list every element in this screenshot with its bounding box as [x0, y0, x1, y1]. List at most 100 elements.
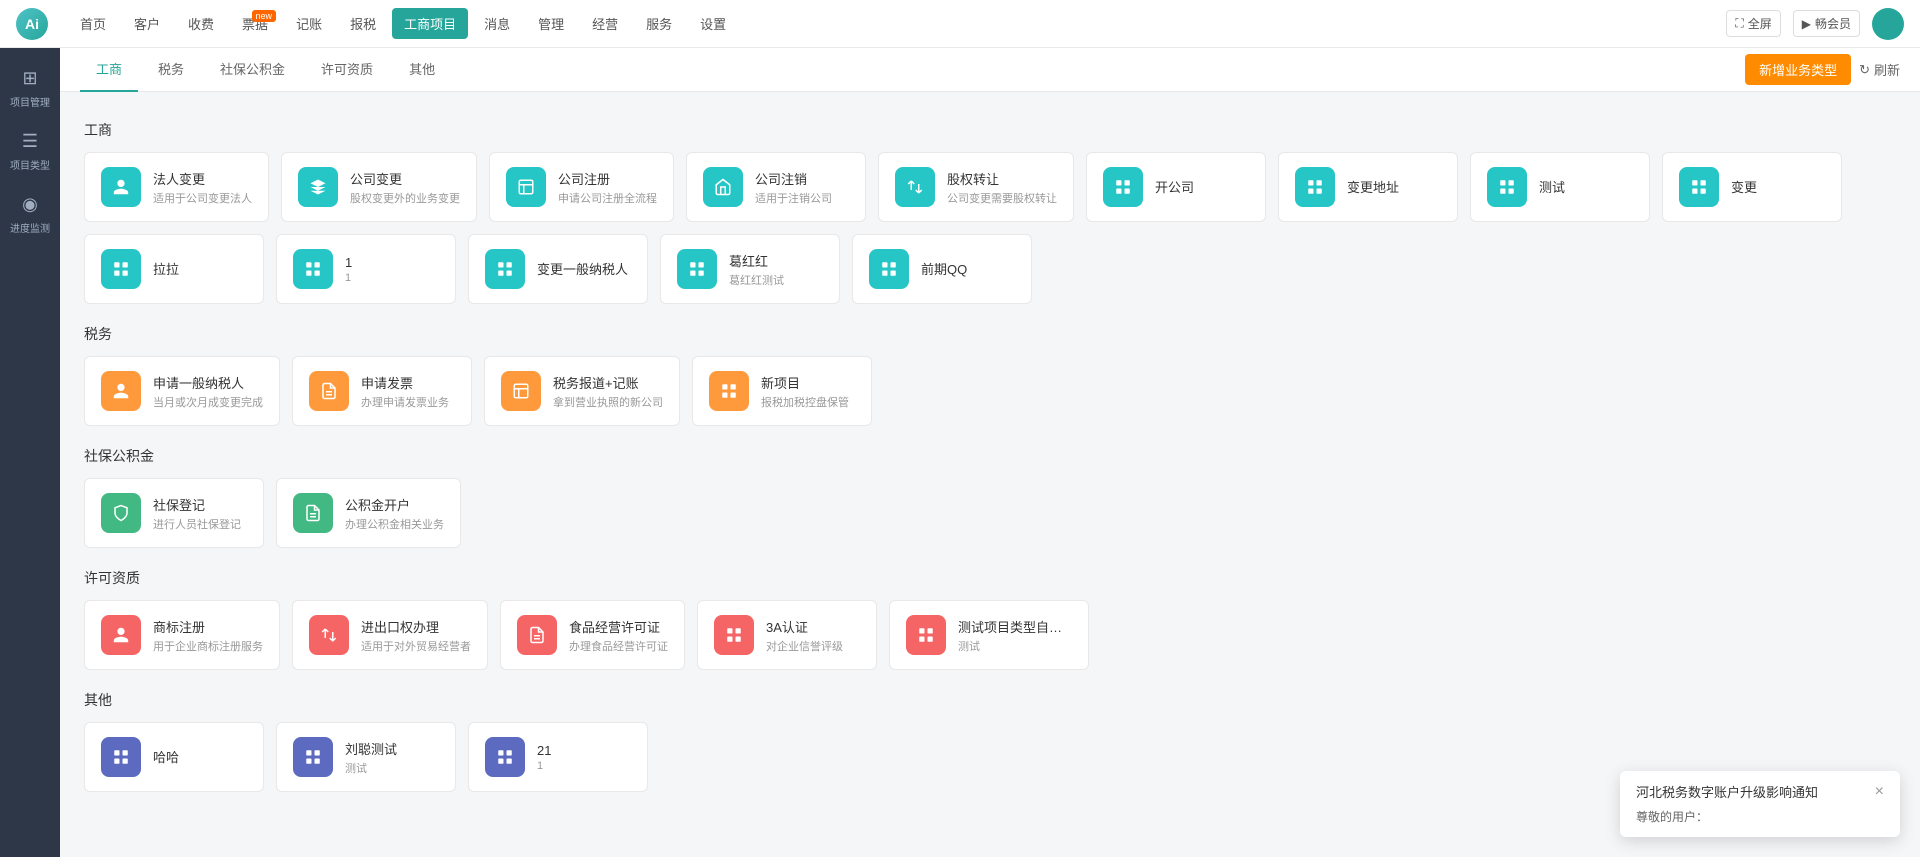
card-desc: 用于企业商标注册服务 — [153, 638, 263, 654]
section-title-许可资质: 许可资质 — [84, 568, 1896, 588]
card-desc: 办理申请发票业务 — [361, 394, 455, 410]
card-name: 食品经营许可证 — [569, 617, 668, 636]
nav-item-设置[interactable]: 设置 — [688, 8, 738, 39]
card-info-申请发票: 申请发票办理申请发票业务 — [361, 373, 455, 410]
card-icon-拉拉 — [101, 249, 141, 289]
user-avatar[interactable] — [1872, 8, 1904, 40]
card-进出口权办理[interactable]: 进出口权办理适用于对外贸易经营者 — [292, 600, 488, 670]
card-社保登记[interactable]: 社保登记进行人员社保登记 — [84, 478, 264, 548]
card-desc: 适用于注销公司 — [755, 190, 849, 206]
card-公司注册[interactable]: 公司注册申请公司注册全流程 — [489, 152, 674, 222]
card-变更地址[interactable]: 变更地址 — [1278, 152, 1458, 222]
nav-item-管理[interactable]: 管理 — [526, 8, 576, 39]
section-title-其他: 其他 — [84, 690, 1896, 710]
card-3A认证[interactable]: 3A认证对企业信誉评级 — [697, 600, 877, 670]
tab-税务[interactable]: 税务 — [142, 47, 200, 92]
card-新项目[interactable]: 新项目报税加税控盘保管 — [692, 356, 872, 426]
card-info-变更地址: 变更地址 — [1347, 177, 1441, 198]
card-法人变更[interactable]: 法人变更适用于公司变更法人 — [84, 152, 269, 222]
card-icon-变更一般纳税人 — [485, 249, 525, 289]
card-葛红红[interactable]: 葛红红葛红红测试 — [660, 234, 840, 304]
card-食品经营许可证[interactable]: 食品经营许可证办理食品经营许可证 — [500, 600, 685, 670]
nav-item-收费[interactable]: 收费 — [176, 8, 226, 39]
card-开公司[interactable]: 开公司 — [1086, 152, 1266, 222]
top-nav: Ai 首页客户收费票据new记账报税工商项目消息管理经营服务设置 ⛶ 全屏 ▶ … — [0, 0, 1920, 48]
card-哈哈[interactable]: 哈哈 — [84, 722, 264, 792]
card-desc: 公司变更需要股权转让 — [947, 190, 1057, 206]
card-1[interactable]: 11 — [276, 234, 456, 304]
tab-许可资质[interactable]: 许可资质 — [305, 47, 389, 92]
card-icon-公司注销 — [703, 167, 743, 207]
card-icon-社保登记 — [101, 493, 141, 533]
card-icon-申请一般纳税人 — [101, 371, 141, 411]
card-name: 法人变更 — [153, 169, 252, 188]
tabs-container: 工商税务社保公积金许可资质其他 — [80, 47, 455, 92]
section-title-社保公积金: 社保公积金 — [84, 446, 1896, 466]
card-icon-哈哈 — [101, 737, 141, 777]
fullscreen-label: 全屏 — [1748, 15, 1772, 32]
card-info-进出口权办理: 进出口权办理适用于对外贸易经营者 — [361, 617, 471, 654]
nav-item-消息[interactable]: 消息 — [472, 8, 522, 39]
card-name: 刘聪测试 — [345, 739, 439, 758]
card-name: 1 — [345, 255, 439, 270]
section-title-工商: 工商 — [84, 120, 1896, 140]
card-21[interactable]: 211 — [468, 722, 648, 792]
card-测试项目类型自定义[interactable]: 测试项目类型自定义测试 — [889, 600, 1089, 670]
card-商标注册[interactable]: 商标注册用于企业商标注册服务 — [84, 600, 280, 670]
card-name: 申请发票 — [361, 373, 455, 392]
app-logo[interactable]: Ai — [16, 8, 48, 40]
sidebar-label: 项目管理 — [10, 94, 50, 109]
refresh-label: 刷新 — [1874, 60, 1900, 79]
card-拉拉[interactable]: 拉拉 — [84, 234, 264, 304]
nav-item-记账[interactable]: 记账 — [284, 8, 334, 39]
sidebar-item-进度监测[interactable]: ◉ 进度监测 — [0, 182, 60, 245]
card-申请一般纳税人[interactable]: 申请一般纳税人当月或次月成变更完成 — [84, 356, 280, 426]
tab-工商[interactable]: 工商 — [80, 47, 138, 92]
nav-right: ⛶ 全屏 ▶ 畅会员 — [1726, 8, 1904, 40]
nav-item-首页[interactable]: 首页 — [68, 8, 118, 39]
card-变更一般纳税人[interactable]: 变更一般纳税人 — [468, 234, 648, 304]
nav-item-票据[interactable]: 票据new — [230, 8, 280, 39]
sidebar-item-项目类型[interactable]: ☰ 项目类型 — [0, 119, 60, 182]
nav-item-服务[interactable]: 服务 — [634, 8, 684, 39]
sidebar-item-项目管理[interactable]: ⊞ 项目管理 — [0, 56, 60, 119]
card-desc: 1 — [345, 272, 439, 284]
card-info-变更一般纳税人: 变更一般纳税人 — [537, 259, 631, 280]
card-公积金开户[interactable]: 公积金开户办理公积金相关业务 — [276, 478, 461, 548]
card-税务报道+记账[interactable]: 税务报道+记账拿到营业执照的新公司 — [484, 356, 680, 426]
cards-grid-社保公积金: 社保登记进行人员社保登记公积金开户办理公积金相关业务 — [84, 478, 1896, 548]
card-name: 公司注册 — [558, 169, 657, 188]
tab-其他[interactable]: 其他 — [393, 47, 451, 92]
card-info-新项目: 新项目报税加税控盘保管 — [761, 373, 855, 410]
tabs-actions: 新增业务类型 ↻ 刷新 — [1745, 54, 1900, 85]
card-icon-税务报道+记账 — [501, 371, 541, 411]
card-info-测试: 测试 — [1539, 177, 1633, 198]
card-变更[interactable]: 变更 — [1662, 152, 1842, 222]
card-desc: 进行人员社保登记 — [153, 516, 247, 532]
card-icon-公司注册 — [506, 167, 546, 207]
nav-item-工商项目[interactable]: 工商项目 — [392, 8, 468, 39]
nav-item-经营[interactable]: 经营 — [580, 8, 630, 39]
card-前期QQ[interactable]: 前期QQ — [852, 234, 1032, 304]
nav-item-客户[interactable]: 客户 — [122, 8, 172, 39]
vip-button[interactable]: ▶ 畅会员 — [1793, 10, 1860, 37]
card-公司变更[interactable]: 公司变更股权变更外的业务变更 — [281, 152, 477, 222]
nav-item-报税[interactable]: 报税 — [338, 8, 388, 39]
card-股权转让[interactable]: 股权转让公司变更需要股权转让 — [878, 152, 1074, 222]
add-type-button[interactable]: 新增业务类型 — [1745, 54, 1851, 85]
card-icon-21 — [485, 737, 525, 777]
card-公司注销[interactable]: 公司注销适用于注销公司 — [686, 152, 866, 222]
card-info-股权转让: 股权转让公司变更需要股权转让 — [947, 169, 1057, 206]
notif-close-button[interactable]: × — [1875, 783, 1884, 801]
card-name: 开公司 — [1155, 177, 1249, 196]
card-icon-法人变更 — [101, 167, 141, 207]
fullscreen-button[interactable]: ⛶ 全屏 — [1726, 10, 1780, 37]
refresh-button[interactable]: ↻ 刷新 — [1859, 60, 1900, 79]
card-name: 变更一般纳税人 — [537, 259, 631, 278]
card-刘聪测试[interactable]: 刘聪测试测试 — [276, 722, 456, 792]
card-desc: 办理公积金相关业务 — [345, 516, 444, 532]
card-申请发票[interactable]: 申请发票办理申请发票业务 — [292, 356, 472, 426]
tab-社保公积金[interactable]: 社保公积金 — [204, 47, 301, 92]
card-icon-前期QQ — [869, 249, 909, 289]
card-测试[interactable]: 测试 — [1470, 152, 1650, 222]
